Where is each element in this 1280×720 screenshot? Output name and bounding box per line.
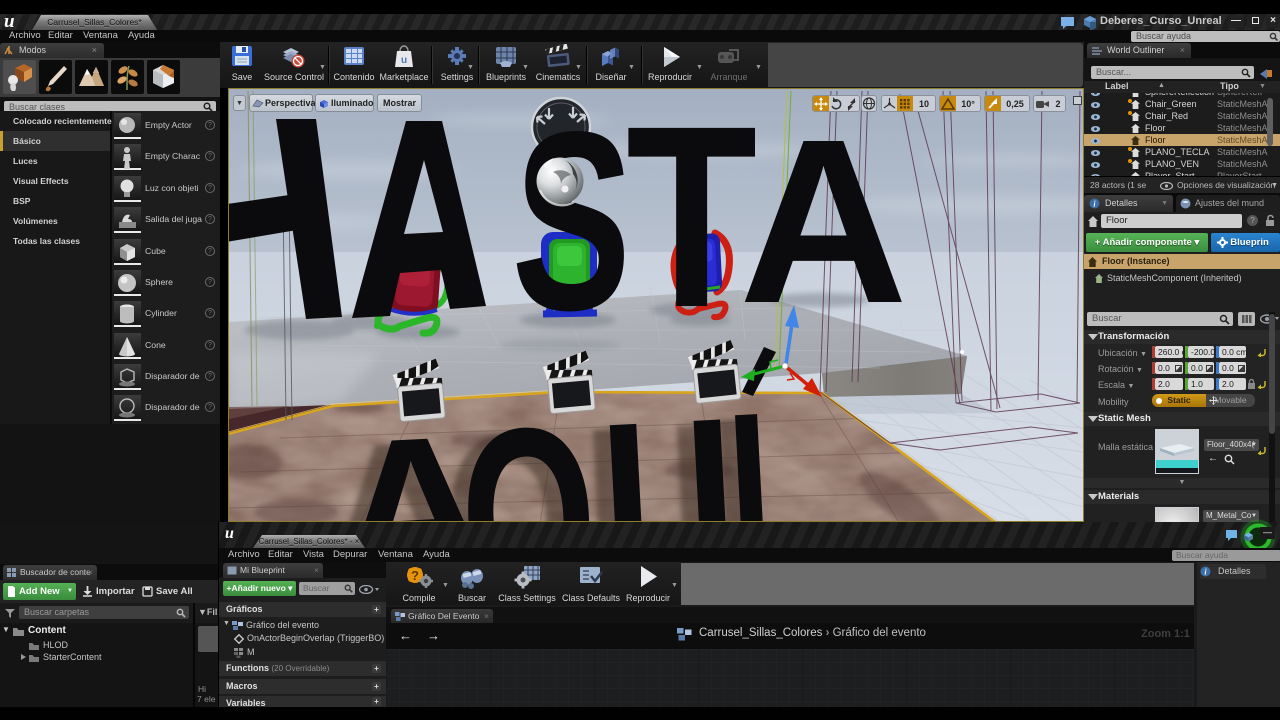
svg-text:S: S — [508, 89, 637, 363]
svg-text:A: A — [739, 90, 908, 352]
svg-text:T: T — [626, 89, 757, 361]
svg-text:u: u — [401, 55, 407, 66]
svg-text:?: ? — [411, 568, 419, 583]
